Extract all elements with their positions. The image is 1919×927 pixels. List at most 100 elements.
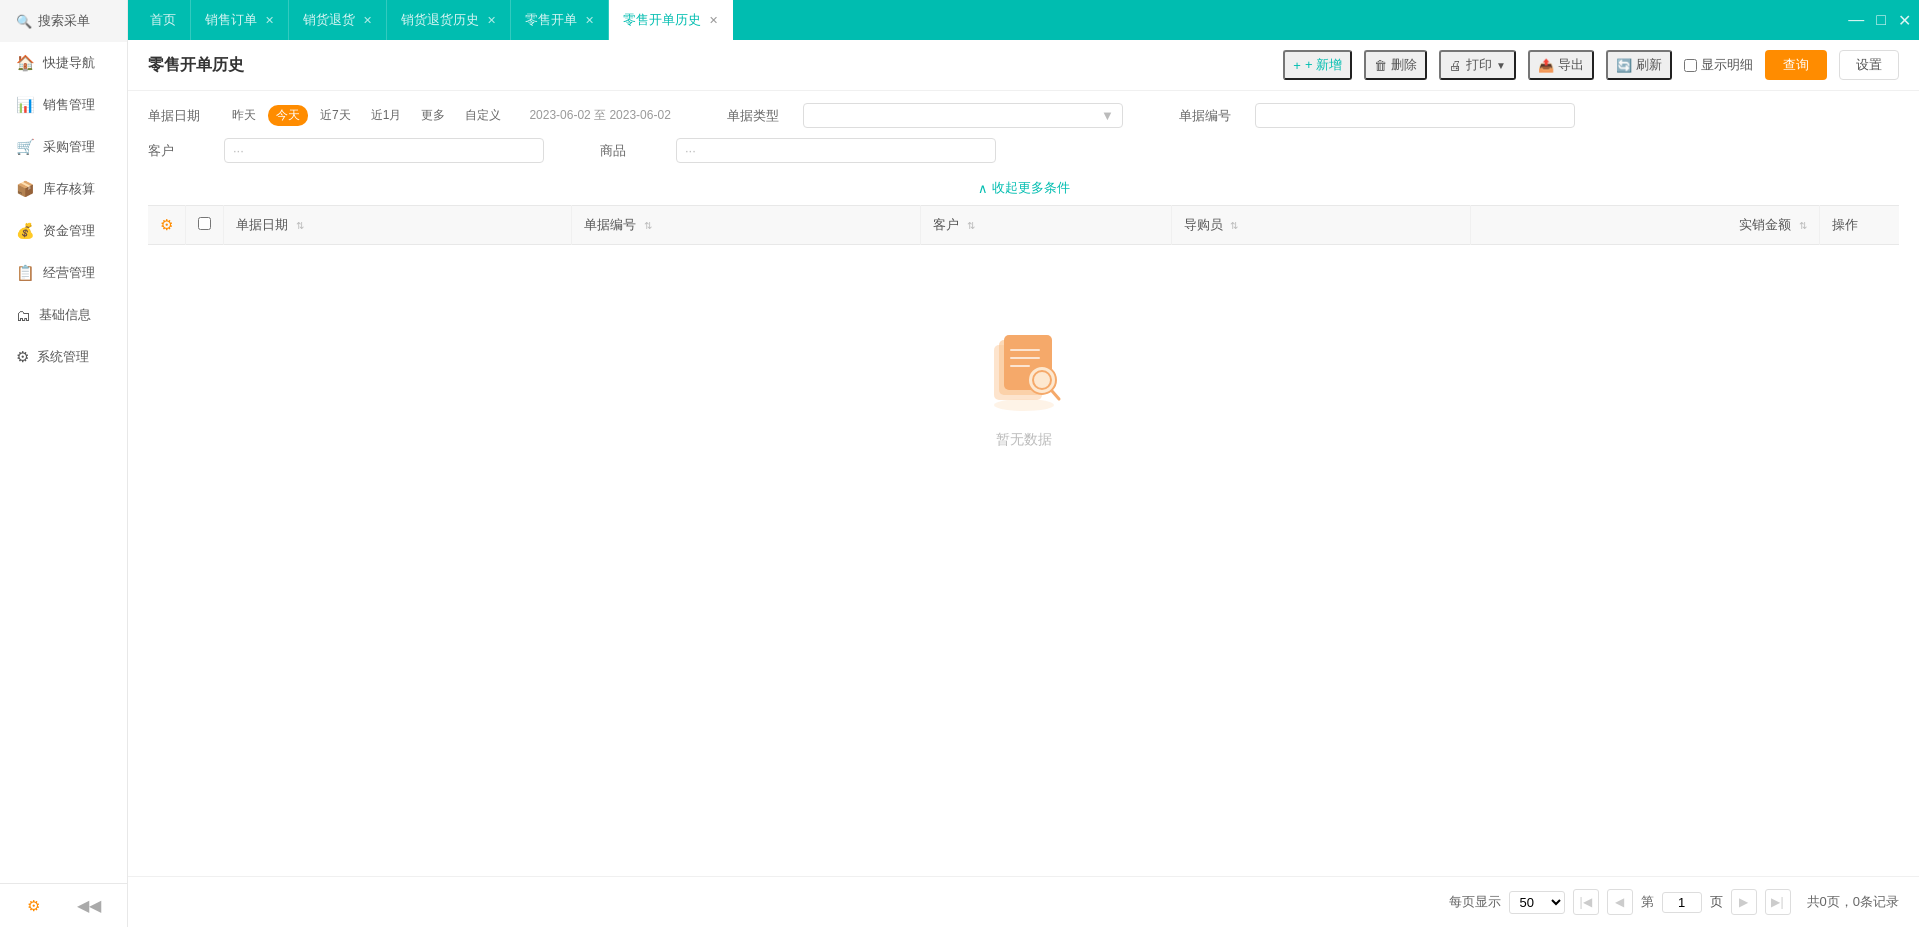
tab-retail-open-history[interactable]: 零售开单历史✕ xyxy=(609,0,733,40)
tab-sales-order[interactable]: 销售订单✕ xyxy=(191,0,289,40)
svg-point-0 xyxy=(994,399,1054,411)
sidebar-item-system[interactable]: ⚙系统管理 xyxy=(0,336,127,378)
search-icon: 🔍 xyxy=(16,14,32,29)
table-body: 暂无数据 xyxy=(148,245,1899,530)
customer-select[interactable]: ··· xyxy=(224,138,544,163)
th-customer[interactable]: 客户 ⇅ xyxy=(920,206,1171,245)
sidebar-icon-basic: 🗂 xyxy=(16,307,31,324)
total-info: 共0页，0条记录 xyxy=(1807,893,1899,911)
th-settings[interactable]: ⚙ xyxy=(148,206,186,245)
date-btn-today[interactable]: 今天 xyxy=(268,105,308,126)
sidebar-item-finance[interactable]: 💰资金管理 xyxy=(0,210,127,252)
customer-value: ··· xyxy=(233,143,244,158)
sidebar-label-finance: 资金管理 xyxy=(43,222,95,240)
page-label-after: 页 xyxy=(1710,893,1723,911)
product-value: ··· xyxy=(685,143,696,158)
sidebar-label-quick-nav: 快捷导航 xyxy=(43,54,95,72)
export-button[interactable]: 📤 导出 xyxy=(1528,50,1594,80)
tab-close-sales-order[interactable]: ✕ xyxy=(265,14,274,27)
order-type-select[interactable]: ▼ xyxy=(803,103,1123,128)
minimize-button[interactable]: — xyxy=(1848,11,1864,29)
th-guide[interactable]: 导购员 ⇅ xyxy=(1171,206,1471,245)
sidebar-item-sales[interactable]: 📊销售管理 xyxy=(0,84,127,126)
date-filter-label: 单据日期 xyxy=(148,107,208,125)
next-page-button[interactable]: ▶ xyxy=(1731,889,1757,915)
sidebar-item-inventory[interactable]: 📦库存核算 xyxy=(0,168,127,210)
page-content: 零售开单历史 + + 新增 🗑 删除 🖨 打印 ▼ 📤 导出 xyxy=(128,40,1919,927)
date-range-display: 2023-06-02 至 2023-06-02 xyxy=(529,107,670,124)
table-header-row: ⚙ 单据日期 ⇅ 单据编号 ⇅ xyxy=(148,206,1899,245)
select-all-checkbox[interactable] xyxy=(198,217,211,230)
page-label-before: 第 xyxy=(1641,893,1654,911)
tab-retail-open[interactable]: 零售开单✕ xyxy=(511,0,609,40)
sidebar-item-purchase[interactable]: 🛒 采购管理 xyxy=(0,126,127,168)
product-select[interactable]: ··· xyxy=(676,138,996,163)
prev-page-button[interactable]: ◀ xyxy=(1607,889,1633,915)
maximize-button[interactable]: □ xyxy=(1876,11,1886,29)
tab-sales-return[interactable]: 销货退货✕ xyxy=(289,0,387,40)
add-icon: + xyxy=(1293,58,1301,73)
sidebar-icon-purchase: 🛒 xyxy=(16,138,35,156)
tab-home[interactable]: 首页 xyxy=(136,0,191,40)
page-title: 零售开单历史 xyxy=(148,55,244,76)
tab-close-retail-open[interactable]: ✕ xyxy=(585,14,594,27)
collapse-filter-bar[interactable]: ∧ 收起更多条件 xyxy=(148,173,1899,205)
print-icon: 🖨 xyxy=(1449,58,1462,73)
collapse-sidebar-icon[interactable]: ◀◀ xyxy=(77,896,101,915)
date-btn-custom[interactable]: 自定义 xyxy=(457,105,509,126)
print-dropdown-icon: ▼ xyxy=(1496,60,1506,71)
sidebar-search[interactable]: 🔍 搜索采单 xyxy=(0,0,127,42)
pagination: 每页显示 50 20 100 |◀ ◀ 第 页 ▶ ▶| 共0页，0条记录 xyxy=(128,876,1919,927)
last-page-button[interactable]: ▶| xyxy=(1765,889,1791,915)
th-date-label: 单据日期 xyxy=(236,217,288,232)
show-detail-checkbox-label[interactable]: 显示明细 xyxy=(1684,56,1753,74)
table-settings-icon[interactable]: ⚙ xyxy=(160,216,173,233)
settings-icon[interactable]: ⚙ xyxy=(27,897,40,915)
query-button[interactable]: 查询 xyxy=(1765,50,1827,80)
add-button[interactable]: + + 新增 xyxy=(1283,50,1352,80)
show-detail-checkbox[interactable] xyxy=(1684,59,1697,72)
svg-line-9 xyxy=(1052,391,1059,399)
delete-button[interactable]: 🗑 删除 xyxy=(1364,50,1427,80)
th-amount[interactable]: 实销金额 ⇅ xyxy=(1471,206,1819,245)
page-size-select[interactable]: 50 20 100 xyxy=(1509,891,1565,914)
empty-text: 暂无数据 xyxy=(996,431,1052,449)
sidebar-label-purchase: 采购管理 xyxy=(43,138,95,156)
tab-sales-return-history[interactable]: 销货退货历史 ✕ xyxy=(387,0,511,40)
sidebar-nav: 🏠快捷导航📊销售管理 🛒 采购管理 📦库存核算💰资金管理📋经营管理🗂基础信息⚙系统管理 xyxy=(0,42,127,883)
sidebar-item-basic[interactable]: 🗂基础信息 xyxy=(0,294,127,336)
date-btn-last7[interactable]: 近7天 xyxy=(312,105,359,126)
filter-row-1: 单据日期 昨天今天近7天近1月更多自定义 2023-06-02 至 2023-0… xyxy=(148,103,1899,128)
print-button[interactable]: 🖨 打印 ▼ xyxy=(1439,50,1516,80)
th-action-label: 操作 xyxy=(1832,217,1858,232)
tab-close-sales-return[interactable]: ✕ xyxy=(363,14,372,27)
th-amount-label: 实销金额 xyxy=(1739,217,1791,232)
refresh-button[interactable]: 🔄 刷新 xyxy=(1606,50,1672,80)
date-btn-last_month[interactable]: 近1月 xyxy=(363,105,410,126)
filter-area: 单据日期 昨天今天近7天近1月更多自定义 2023-06-02 至 2023-0… xyxy=(128,91,1919,205)
th-customer-label: 客户 xyxy=(933,217,959,232)
sidebar-label-inventory: 库存核算 xyxy=(43,180,95,198)
tab-close-sales-return-history[interactable]: ✕ xyxy=(487,14,496,27)
order-number-input[interactable] xyxy=(1255,103,1575,128)
tab-close-retail-open-history[interactable]: ✕ xyxy=(709,14,718,27)
sidebar-icon-operations: 📋 xyxy=(16,264,35,282)
main-area: 首页销售订单✕销货退货✕销货退货历史✕零售开单✕零售开单历史✕ — □ ✕ 零售… xyxy=(128,0,1919,927)
page-number-input[interactable] xyxy=(1662,892,1702,913)
th-number[interactable]: 单据编号 ⇅ xyxy=(572,206,920,245)
th-amount-sort-icon: ⇅ xyxy=(1799,220,1807,231)
product-filter-label: 商品 xyxy=(600,142,660,160)
th-number-label: 单据编号 xyxy=(584,217,636,232)
close-button[interactable]: ✕ xyxy=(1898,11,1911,30)
sidebar-item-quick-nav[interactable]: 🏠快捷导航 xyxy=(0,42,127,84)
collapse-icon: ∧ xyxy=(978,181,988,196)
th-guide-label: 导购员 xyxy=(1184,217,1223,232)
date-btn-more[interactable]: 更多 xyxy=(413,105,453,126)
settings-button[interactable]: 设置 xyxy=(1839,50,1899,80)
first-page-button[interactable]: |◀ xyxy=(1573,889,1599,915)
tab-label-sales-return-history: 销货退货历史 xyxy=(401,11,479,29)
filter-row-2: 客户 ··· 商品 ··· xyxy=(148,138,1899,163)
date-btn-yesterday[interactable]: 昨天 xyxy=(224,105,264,126)
sidebar-item-operations[interactable]: 📋经营管理 xyxy=(0,252,127,294)
th-date[interactable]: 单据日期 ⇅ xyxy=(224,206,572,245)
